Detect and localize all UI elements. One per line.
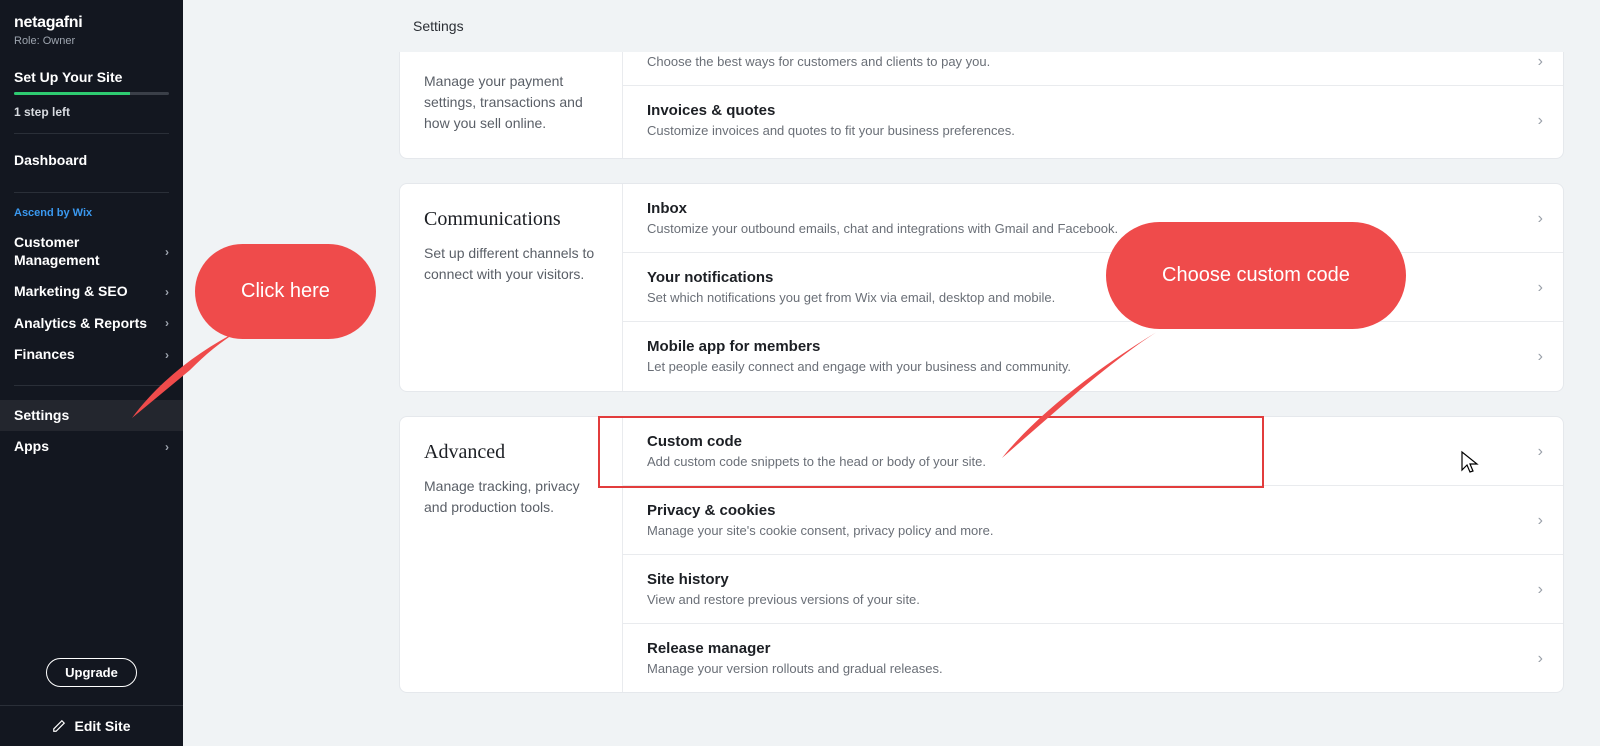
row-texts: Privacy & cookies Manage your site's coo…	[647, 502, 1526, 540]
setup-progress-bar	[14, 92, 169, 95]
row-title: Invoices & quotes	[647, 102, 1526, 119]
topbar: Settings	[183, 0, 1600, 52]
row-title: Site history	[647, 571, 1526, 588]
row-desc: View and restore previous versions of yo…	[647, 591, 1526, 609]
section-advanced: Advanced Manage tracking, privacy and pr…	[399, 416, 1564, 694]
section-desc: Manage your payment settings, transactio…	[424, 71, 598, 134]
pencil-icon	[52, 719, 66, 733]
section-title: Advanced	[424, 441, 598, 464]
section-left: Advanced Manage tracking, privacy and pr…	[400, 417, 622, 693]
row-site-history[interactable]: Site history View and restore previous v…	[623, 555, 1563, 624]
annotation-tail-icon	[130, 330, 240, 420]
chevron-right-icon: ›	[165, 316, 169, 330]
row-inbox[interactable]: Inbox Customize your outbound emails, ch…	[623, 184, 1563, 253]
row-texts: Release manager Manage your version roll…	[647, 640, 1526, 678]
nav-item-label: Apps	[14, 438, 165, 456]
row-title: Privacy & cookies	[647, 502, 1526, 519]
chevron-right-icon: ›	[1526, 112, 1543, 130]
chevron-right-icon: ›	[1526, 279, 1543, 297]
row-desc: Customize your outbound emails, chat and…	[647, 220, 1526, 238]
section-desc: Set up different channels to connect wit…	[424, 243, 598, 285]
row-texts: Inbox Customize your outbound emails, ch…	[647, 200, 1526, 238]
row-texts: Site history View and restore previous v…	[647, 571, 1526, 609]
user-role: Role: Owner	[14, 35, 169, 47]
section-right: Choose the best ways for customers and c…	[622, 52, 1563, 158]
nav-dashboard[interactable]: Dashboard	[0, 148, 183, 178]
setup-block[interactable]: Set Up Your Site 1 step left	[0, 59, 183, 119]
annotation-bubble-choose-custom-code: Choose custom code	[1106, 222, 1406, 329]
chevron-right-icon: ›	[165, 440, 169, 454]
row-your-notifications[interactable]: Your notifications Set which notificatio…	[623, 253, 1563, 322]
row-desc: Choose the best ways for customers and c…	[647, 53, 1526, 71]
setup-progress-fill	[14, 92, 130, 95]
chevron-right-icon: ›	[1526, 581, 1543, 599]
row-desc: Manage your site's cookie consent, priva…	[647, 522, 1526, 540]
nav-marketing-seo[interactable]: Marketing & SEO ›	[0, 276, 183, 308]
setup-title: Set Up Your Site	[14, 69, 169, 85]
section-left: Manage your payment settings, transactio…	[400, 52, 622, 158]
page-title: Settings	[413, 18, 464, 34]
cursor-icon	[1460, 450, 1480, 479]
main: Settings Manage your payment settings, t…	[183, 0, 1600, 746]
chevron-right-icon: ›	[1526, 650, 1543, 668]
row-desc: Customize invoices and quotes to fit you…	[647, 122, 1526, 140]
content: Manage your payment settings, transactio…	[183, 52, 1600, 746]
chevron-right-icon: ›	[165, 285, 169, 299]
section-title: Communications	[424, 208, 598, 231]
section-desc: Manage tracking, privacy and production …	[424, 476, 598, 518]
ascend-label: Ascend by Wix	[0, 207, 183, 227]
sidebar-header: netagafni Role: Owner	[0, 0, 183, 53]
nav-customer-management[interactable]: Customer Management ›	[0, 227, 183, 276]
nav-item-label: Customer Management	[14, 234, 165, 269]
row-invoices-quotes[interactable]: Invoices & quotes Customize invoices and…	[623, 86, 1563, 154]
chevron-right-icon: ›	[1526, 210, 1543, 228]
annotation-tail-icon	[1000, 330, 1160, 460]
row-title: Release manager	[647, 640, 1526, 657]
row-title: Inbox	[647, 200, 1526, 217]
section-payments: Manage your payment settings, transactio…	[399, 52, 1564, 159]
nav-item-label: Marketing & SEO	[14, 283, 165, 301]
edit-site-button[interactable]: Edit Site	[0, 705, 183, 746]
upgrade-wrap: Upgrade	[0, 642, 183, 705]
edit-site-label: Edit Site	[74, 718, 130, 734]
row-texts: Choose the best ways for customers and c…	[647, 53, 1526, 71]
app-root: netagafni Role: Owner Set Up Your Site 1…	[0, 0, 1600, 746]
sidebar-divider	[14, 192, 169, 193]
nav-apps[interactable]: Apps ›	[0, 431, 183, 463]
row-desc: Manage your version rollouts and gradual…	[647, 660, 1526, 678]
chevron-right-icon: ›	[165, 245, 169, 259]
chevron-right-icon: ›	[1526, 512, 1543, 530]
sidebar-divider	[14, 133, 169, 134]
chevron-right-icon: ›	[1526, 348, 1543, 366]
annotation-bubble-click-here: Click here	[195, 244, 376, 339]
setup-step-left: 1 step left	[14, 105, 169, 119]
row-texts: Invoices & quotes Customize invoices and…	[647, 102, 1526, 140]
chevron-right-icon: ›	[1526, 443, 1543, 461]
row-payment-methods[interactable]: Choose the best ways for customers and c…	[623, 52, 1563, 86]
section-left: Communications Set up different channels…	[400, 184, 622, 391]
row-privacy-cookies[interactable]: Privacy & cookies Manage your site's coo…	[623, 486, 1563, 555]
upgrade-button[interactable]: Upgrade	[46, 658, 137, 687]
chevron-right-icon: ›	[1526, 53, 1543, 71]
username: netagafni	[14, 14, 169, 32]
sidebar-bottom: Upgrade Edit Site	[0, 642, 183, 746]
row-release-manager[interactable]: Release manager Manage your version roll…	[623, 624, 1563, 692]
